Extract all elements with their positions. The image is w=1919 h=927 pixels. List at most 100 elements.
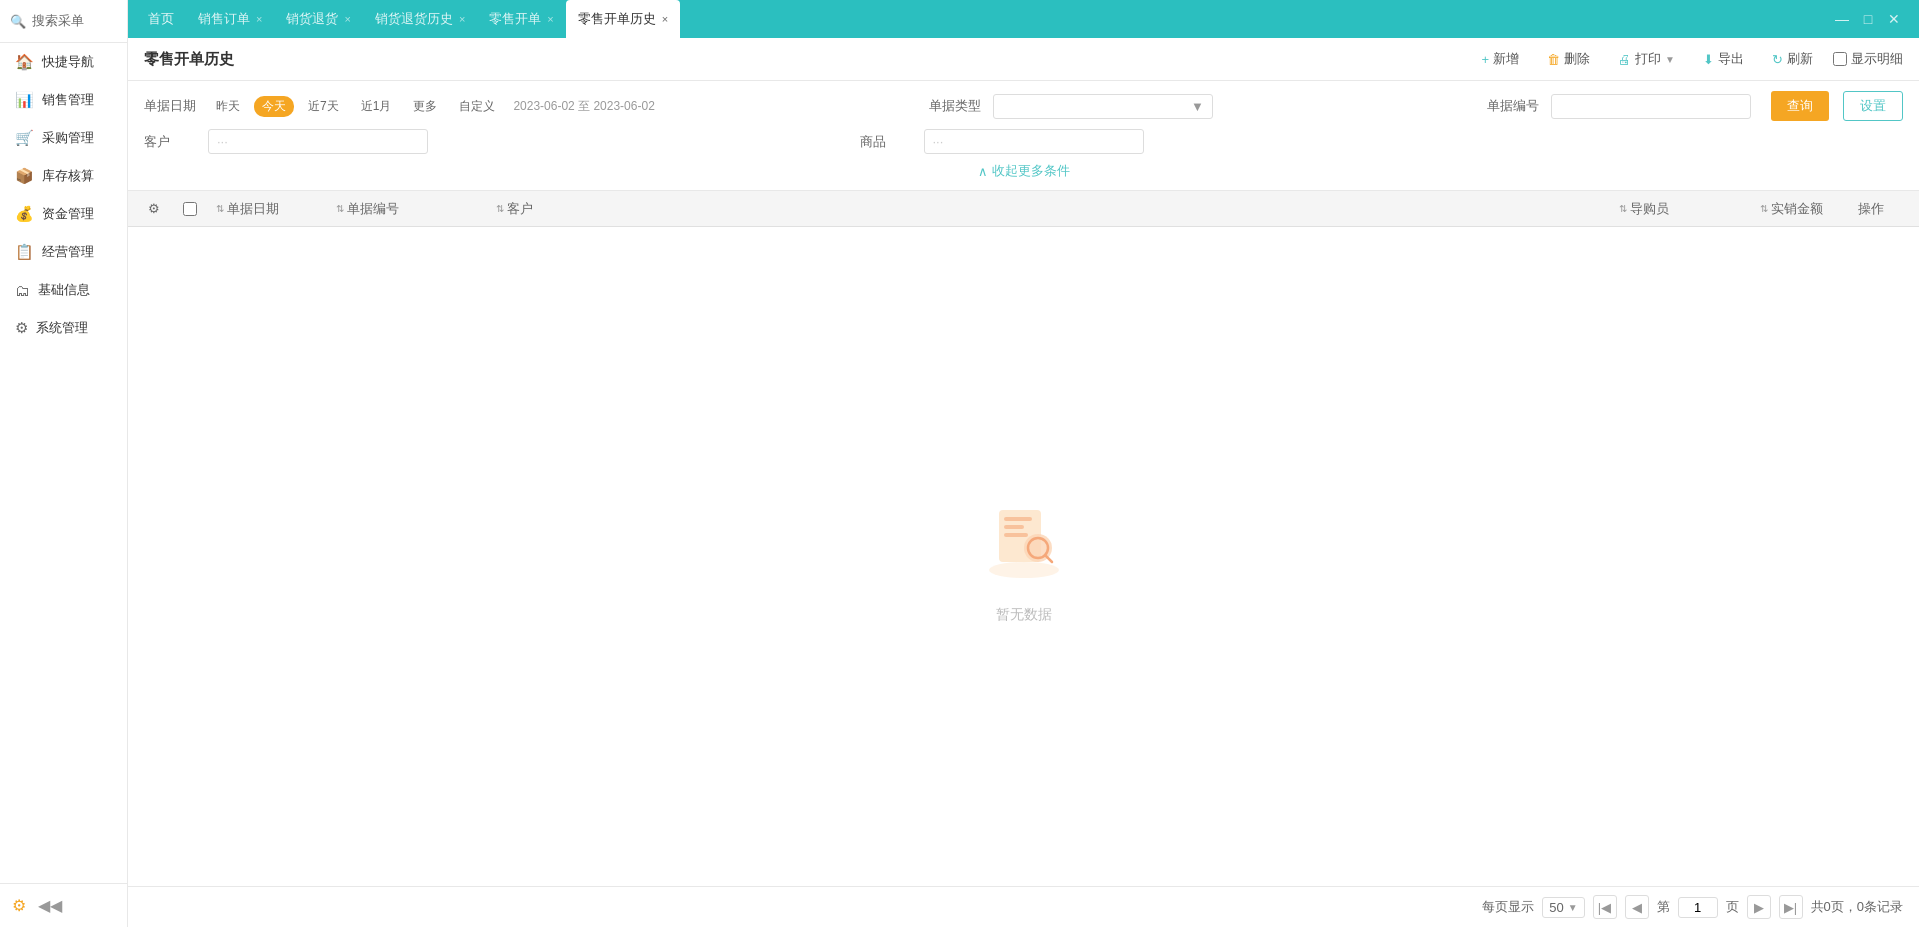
next-page-button[interactable]: ▶ — [1747, 895, 1771, 919]
customer-select[interactable]: ··· — [208, 129, 428, 154]
date-btn-week7[interactable]: 近7天 — [300, 96, 347, 117]
th-customer-label: 客户 — [507, 200, 533, 218]
goods-select[interactable]: ··· — [924, 129, 1144, 154]
th-guide[interactable]: ⇅ 导购员 — [1611, 200, 1711, 218]
print-dropdown-icon: ▼ — [1665, 54, 1675, 65]
minimize-button[interactable]: — — [1833, 11, 1851, 27]
date-btn-custom[interactable]: 自定义 — [451, 96, 503, 117]
filter-area: 单据日期 昨天 今天 近7天 近1月 更多 自定义 2023-06-02 至 2… — [128, 81, 1919, 191]
tab-home[interactable]: 首页 — [136, 0, 186, 38]
sidebar-item-label: 库存核算 — [42, 167, 94, 185]
settings-gear-icon[interactable]: ⚙ — [12, 896, 26, 915]
filter-settings-button[interactable]: 设置 — [1843, 91, 1903, 121]
tab-sales-return[interactable]: 销货退货 × — [274, 0, 362, 38]
toolbar: 零售开单历史 + 新增 🗑 删除 🖨 打印 ▼ ⬇ 导出 — [128, 38, 1919, 81]
th-date[interactable]: ⇅ 单据日期 — [208, 200, 328, 218]
date-btn-more[interactable]: 更多 — [405, 96, 445, 117]
tab-sales-return-history[interactable]: 销货退货历史 × — [363, 0, 477, 38]
main-area: 首页 销售订单 × 销货退货 × 销货退货历史 × 零售开单 × 零售开单历史 … — [128, 0, 1919, 927]
toolbar-actions: + 新增 🗑 删除 🖨 打印 ▼ ⬇ 导出 ↻ 刷新 — [1474, 46, 1904, 72]
th-sort-icon: ⇅ — [216, 203, 224, 214]
th-action-label: 操作 — [1858, 200, 1884, 218]
tab-retail-open[interactable]: 零售开单 × — [477, 0, 565, 38]
sidebar-item-label: 采购管理 — [42, 129, 94, 147]
refresh-icon: ↻ — [1772, 52, 1783, 67]
prev-page-button[interactable]: ◀ — [1625, 895, 1649, 919]
th-no-label: 单据编号 — [347, 200, 399, 218]
sidebar-collapse-icon[interactable]: ◀◀ — [38, 896, 62, 915]
select-all-checkbox[interactable] — [183, 202, 197, 216]
inventory-icon: 📦 — [15, 167, 34, 185]
page-number-input[interactable] — [1678, 897, 1718, 918]
query-button[interactable]: 查询 — [1771, 91, 1829, 121]
add-button[interactable]: + 新增 — [1474, 46, 1528, 72]
th-amount[interactable]: ⇅ 实销金额 — [1711, 200, 1831, 218]
date-btn-yesterday[interactable]: 昨天 — [208, 96, 248, 117]
filter-dates: 昨天 今天 近7天 近1月 更多 自定义 2023-06-02 至 2023-0… — [208, 96, 655, 117]
collapse-label: 收起更多条件 — [992, 162, 1070, 180]
filter-row-2: 客户 ··· 商品 ··· — [144, 129, 1903, 154]
sidebar-bottom: ⚙ ◀◀ — [0, 883, 127, 927]
sidebar-search[interactable]: 🔍 搜索采单 — [0, 0, 127, 43]
show-detail-checkbox[interactable] — [1833, 52, 1847, 66]
th-settings[interactable]: ⚙ — [136, 201, 172, 216]
print-button[interactable]: 🖨 打印 ▼ — [1610, 46, 1683, 72]
sidebar-item-label: 系统管理 — [36, 319, 88, 337]
sidebar-item-sales[interactable]: 📊 销售管理 — [0, 81, 127, 119]
system-icon: ⚙ — [15, 319, 28, 337]
tab-sales-return-history-label: 销货退货历史 — [375, 10, 453, 28]
delete-label: 删除 — [1564, 50, 1590, 68]
tab-retail-open-label: 零售开单 — [489, 10, 541, 28]
th-no[interactable]: ⇅ 单据编号 — [328, 200, 488, 218]
sidebar-item-label: 经营管理 — [42, 243, 94, 261]
sidebar-item-system[interactable]: ⚙ 系统管理 — [0, 309, 127, 347]
date-btn-today[interactable]: 今天 — [254, 96, 294, 117]
th-action: 操作 — [1831, 200, 1911, 218]
first-page-button[interactable]: |◀ — [1593, 895, 1617, 919]
sidebar-item-quick-nav[interactable]: 🏠 快捷导航 — [0, 43, 127, 81]
pagination: 每页显示 50 ▼ |◀ ◀ 第 页 ▶ ▶| 共0页，0条记录 — [128, 886, 1919, 927]
date-btn-month1[interactable]: 近1月 — [353, 96, 400, 117]
finance-icon: 💰 — [15, 205, 34, 223]
sidebar-item-purchase[interactable]: 🛒 采购管理 — [0, 119, 127, 157]
last-page-button[interactable]: ▶| — [1779, 895, 1803, 919]
empty-illustration — [974, 490, 1074, 590]
sidebar-item-inventory[interactable]: 📦 库存核算 — [0, 157, 127, 195]
tabs-bar: 首页 销售订单 × 销货退货 × 销货退货历史 × 零售开单 × 零售开单历史 … — [128, 0, 1919, 38]
doc-no-label: 单据编号 — [1487, 97, 1543, 115]
content-area: 零售开单历史 + 新增 🗑 删除 🖨 打印 ▼ ⬇ 导出 — [128, 38, 1919, 927]
close-button[interactable]: ✕ — [1885, 11, 1903, 27]
delete-button[interactable]: 🗑 删除 — [1539, 46, 1598, 72]
doc-no-input[interactable] — [1551, 94, 1751, 119]
sidebar-item-basic[interactable]: 🗂 基础信息 — [0, 271, 127, 309]
show-detail-toggle[interactable]: 显示明细 — [1833, 50, 1903, 68]
date-range-display: 2023-06-02 至 2023-06-02 — [513, 98, 654, 115]
tab-close-retail-history[interactable]: × — [662, 13, 668, 25]
doc-type-select[interactable]: ▼ — [993, 94, 1213, 119]
sidebar-item-label: 资金管理 — [42, 205, 94, 223]
sidebar-item-finance[interactable]: 💰 资金管理 — [0, 195, 127, 233]
page-size-select[interactable]: 50 ▼ — [1542, 897, 1584, 918]
refresh-button[interactable]: ↻ 刷新 — [1764, 46, 1821, 72]
sidebar-item-operation[interactable]: 📋 经营管理 — [0, 233, 127, 271]
collapse-filter-button[interactable]: ∧ 收起更多条件 — [978, 162, 1070, 180]
window-controls: — □ ✕ — [1833, 11, 1911, 27]
operation-icon: 📋 — [15, 243, 34, 261]
per-page-label: 每页显示 — [1482, 898, 1534, 916]
table-container: ⚙ ⇅ 单据日期 ⇅ 单据编号 ⇅ 客户 ⇅ — [128, 191, 1919, 886]
goods-label: 商品 — [860, 133, 916, 151]
export-button[interactable]: ⬇ 导出 — [1695, 46, 1752, 72]
column-settings-icon[interactable]: ⚙ — [148, 201, 160, 216]
print-label: 打印 — [1635, 50, 1661, 68]
maximize-button[interactable]: □ — [1859, 11, 1877, 27]
tab-retail-history[interactable]: 零售开单历史 × — [566, 0, 680, 38]
th-customer[interactable]: ⇅ 客户 — [488, 200, 1611, 218]
tab-sales-order[interactable]: 销售订单 × — [186, 0, 274, 38]
tab-close-sales-return-history[interactable]: × — [459, 13, 465, 25]
th-amount-sort-icon: ⇅ — [1760, 203, 1768, 214]
empty-text: 暂无数据 — [996, 606, 1052, 624]
th-check[interactable] — [172, 202, 208, 216]
tab-close-retail-open[interactable]: × — [547, 13, 553, 25]
tab-close-sales-return[interactable]: × — [344, 13, 350, 25]
tab-close-sales-order[interactable]: × — [256, 13, 262, 25]
